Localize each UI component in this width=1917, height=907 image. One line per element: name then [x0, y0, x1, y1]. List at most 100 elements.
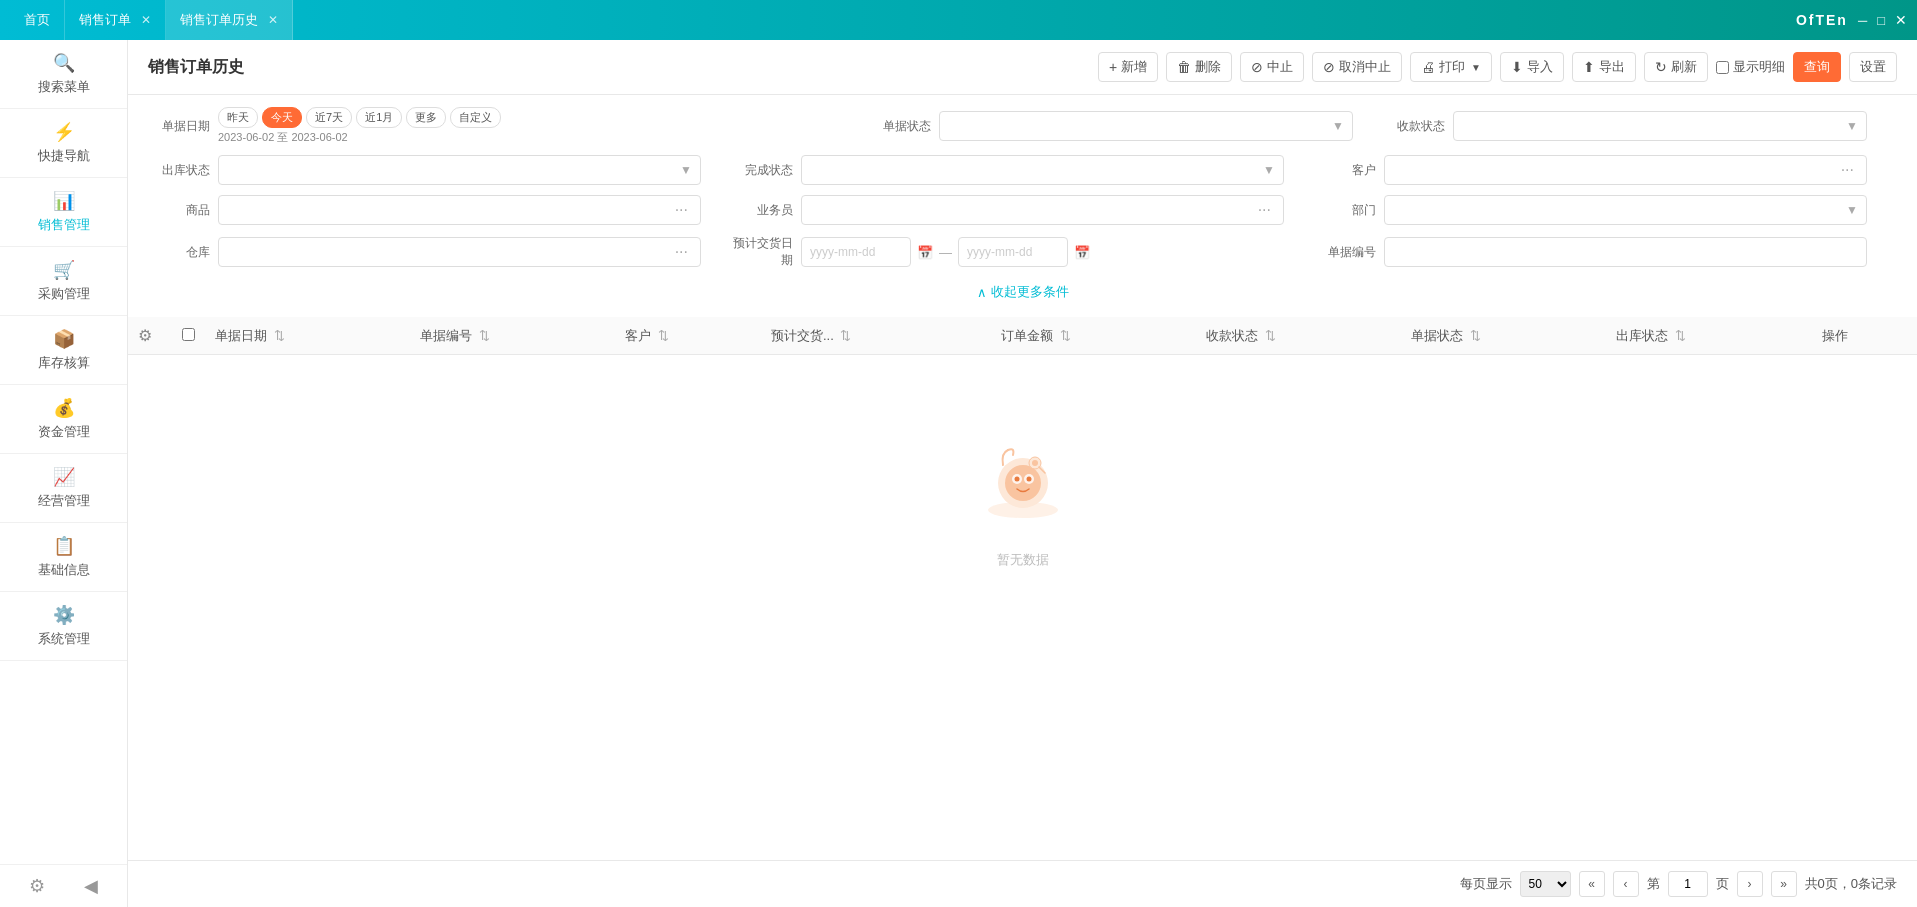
sidebar-item-inventory[interactable]: 📦 库存核算	[0, 316, 127, 385]
warehouse-select[interactable]: ···	[218, 237, 701, 267]
th-settings: ⚙	[128, 317, 172, 355]
table-gear-icon[interactable]: ⚙	[138, 327, 152, 344]
tab-sales-order[interactable]: 销售订单 ✕	[65, 0, 166, 40]
customer-dots[interactable]: ···	[1837, 161, 1858, 179]
department-arrow: ▼	[1846, 203, 1858, 217]
toolbar: + 新增 🗑 删除 ⊘ 中止 ⊘ 取消中止 🖨 打印	[1098, 52, 1897, 94]
collapse-button[interactable]: ∧ 收起更多条件	[148, 279, 1897, 305]
bill-number-input[interactable]	[1384, 237, 1867, 267]
bill-status-select[interactable]: ▼	[939, 111, 1353, 141]
import-button[interactable]: ⬇ 导入	[1500, 52, 1564, 82]
refresh-button[interactable]: ↻ 刷新	[1644, 52, 1708, 82]
department-select[interactable]: ▼	[1384, 195, 1867, 225]
product-dots[interactable]: ···	[671, 201, 692, 219]
export-button[interactable]: ⬆ 导出	[1572, 52, 1636, 82]
delete-button[interactable]: 🗑 删除	[1166, 52, 1232, 82]
sidebar-item-search[interactable]: 🔍 搜索菜单	[0, 40, 127, 109]
sidebar-item-finance[interactable]: 💰 资金管理	[0, 385, 127, 454]
sidebar: 🔍 搜索菜单 ⚡ 快捷导航 📊 销售管理 🛒 采购管理 📦 库存核算 💰 资金管…	[0, 40, 128, 907]
date-more-btn[interactable]: 更多	[406, 107, 446, 128]
next-page-button[interactable]: ›	[1737, 871, 1763, 897]
filter-row-2: 出库状态 ▼ 完成状态 ▼ 客户	[148, 155, 1897, 185]
date-7days-btn[interactable]: 近7天	[306, 107, 352, 128]
first-page-button[interactable]: «	[1579, 871, 1605, 897]
delivery-date-start[interactable]	[801, 237, 911, 267]
new-button[interactable]: + 新增	[1098, 52, 1158, 82]
outbound-status-select[interactable]: ▼	[218, 155, 701, 185]
sort-customer-icon[interactable]: ⇅	[658, 328, 669, 343]
print-button[interactable]: 🖨 打印 ▼	[1410, 52, 1492, 82]
th-outbound-status: 出库状态 ⇅	[1606, 317, 1811, 355]
table-area: ⚙ 单据日期 ⇅ 单据编号 ⇅	[128, 317, 1917, 860]
bill-status-arrow: ▼	[1332, 119, 1344, 133]
query-button[interactable]: 查询	[1793, 52, 1841, 82]
sidebar-item-sales[interactable]: 📊 销售管理	[0, 178, 127, 247]
warehouse-dots[interactable]: ···	[671, 243, 692, 261]
delivery-date-end[interactable]	[958, 237, 1068, 267]
salesman-dots[interactable]: ···	[1254, 201, 1275, 219]
display-detail-checkbox[interactable]	[1716, 61, 1729, 74]
page-input[interactable]	[1668, 871, 1708, 897]
payment-status-select[interactable]: ▼	[1453, 111, 1867, 141]
sort-amount-icon[interactable]: ⇅	[1060, 328, 1071, 343]
sidebar-item-basic[interactable]: 📋 基础信息	[0, 523, 127, 592]
select-all-checkbox[interactable]	[182, 328, 195, 341]
th-customer: 客户 ⇅	[615, 317, 761, 355]
complete-status-arrow: ▼	[1263, 163, 1275, 177]
date-today-btn[interactable]: 今天	[262, 107, 302, 128]
warehouse-label: 仓库	[148, 244, 218, 261]
sort-outbound-icon[interactable]: ⇅	[1675, 328, 1686, 343]
calendar-start-icon[interactable]: 📅	[917, 245, 933, 260]
sort-bill-icon[interactable]: ⇅	[1470, 328, 1481, 343]
page-label: 第	[1647, 875, 1660, 893]
th-bill-status: 单据状态 ⇅	[1401, 317, 1606, 355]
maximize-button[interactable]: □	[1877, 13, 1885, 28]
sidebar-item-system[interactable]: ⚙️ 系统管理	[0, 592, 127, 661]
calendar-end-icon[interactable]: 📅	[1074, 245, 1090, 260]
svg-point-5	[1014, 477, 1019, 482]
sort-delivery-icon[interactable]: ⇅	[840, 328, 851, 343]
sort-number-icon[interactable]: ⇅	[479, 328, 490, 343]
date-1month-btn[interactable]: 近1月	[356, 107, 402, 128]
complete-status-select[interactable]: ▼	[801, 155, 1284, 185]
tab-home[interactable]: 首页	[10, 0, 65, 40]
sort-payment-icon[interactable]: ⇅	[1265, 328, 1276, 343]
bill-number-control	[1384, 237, 1867, 267]
tab-close-sales-order[interactable]: ✕	[141, 13, 151, 27]
tab-close-sales-history[interactable]: ✕	[268, 13, 278, 27]
per-page-select[interactable]: 20 50 100	[1520, 871, 1571, 897]
bill-number-label: 单据编号	[1314, 244, 1384, 261]
minimize-button[interactable]: ─	[1858, 13, 1867, 28]
th-operation: 操作	[1812, 317, 1917, 355]
customer-select[interactable]: ···	[1384, 155, 1867, 185]
window-close-button[interactable]: ✕	[1895, 12, 1907, 28]
date-yesterday-btn[interactable]: 昨天	[218, 107, 258, 128]
product-select[interactable]: ···	[218, 195, 701, 225]
outbound-status-arrow: ▼	[680, 163, 692, 177]
th-amount: 订单金额 ⇅	[991, 317, 1196, 355]
settings-button[interactable]: 设置	[1849, 52, 1897, 82]
collapse-sidebar-icon[interactable]: ◀	[84, 875, 98, 897]
date-custom-btn[interactable]: 自定义	[450, 107, 501, 128]
tab-sales-history[interactable]: 销售订单历史 ✕	[166, 0, 293, 40]
prev-page-button[interactable]: ‹	[1613, 871, 1639, 897]
th-payment-status: 收款状态 ⇅	[1196, 317, 1401, 355]
display-detail-checkbox-label[interactable]: 显示明细	[1716, 58, 1785, 76]
sidebar-item-operations[interactable]: 📈 经营管理	[0, 454, 127, 523]
operations-icon: 📈	[53, 466, 75, 488]
cancel-stop-button[interactable]: ⊘ 取消中止	[1312, 52, 1402, 82]
sidebar-bottom: ⚙ ◀	[0, 864, 127, 907]
cancel-stop-icon: ⊘	[1323, 59, 1335, 75]
empty-illustration	[973, 435, 1073, 535]
stop-button[interactable]: ⊘ 中止	[1240, 52, 1304, 82]
sidebar-item-purchase[interactable]: 🛒 采购管理	[0, 247, 127, 316]
salesman-select[interactable]: ···	[801, 195, 1284, 225]
empty-state: 暂无数据	[128, 355, 1917, 649]
settings-bottom-icon[interactable]: ⚙	[29, 875, 45, 897]
sort-date-icon[interactable]: ⇅	[274, 328, 285, 343]
warehouse-control: ···	[218, 237, 701, 267]
delivery-date-label: 预计交货日期	[731, 235, 801, 269]
last-page-button[interactable]: »	[1771, 871, 1797, 897]
sidebar-item-shortcuts[interactable]: ⚡ 快捷导航	[0, 109, 127, 178]
top-bar-right: OfTEn ─ □ ✕	[1796, 12, 1907, 28]
